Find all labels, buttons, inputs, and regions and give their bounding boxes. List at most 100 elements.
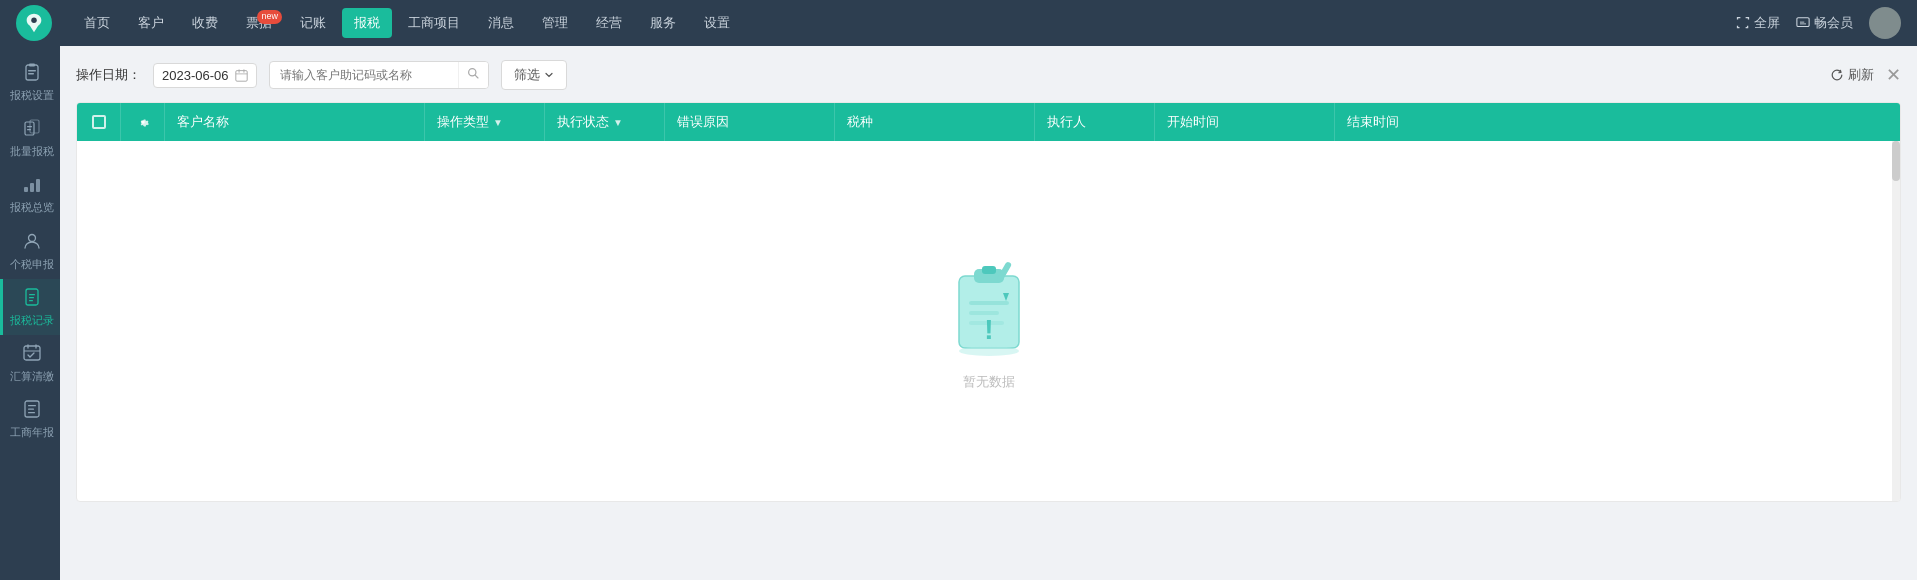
nav-item-工商项目[interactable]: 工商项目 (396, 8, 472, 38)
svg-rect-16 (29, 297, 34, 298)
search-button[interactable] (458, 62, 488, 88)
nav-item-首页[interactable]: 首页 (72, 8, 122, 38)
sidebar-icon-1 (22, 118, 42, 141)
table-header: 客户名称 操作类型 ▼ 执行状态 ▼ 错误原因 税种 执行人 开始时间 (77, 103, 1900, 141)
member-button[interactable]: 畅会员 (1796, 14, 1853, 32)
th-op-type: 操作类型 ▼ (425, 103, 545, 141)
toolbar: 操作日期： 2023-06-06 筛选 (76, 60, 1901, 90)
sidebar-label-4: 报税记录 (10, 314, 54, 327)
chevron-down-icon (544, 70, 554, 80)
sidebar-label-1: 批量报税 (10, 145, 54, 158)
svg-rect-17 (29, 300, 33, 301)
empty-illustration: ! (939, 251, 1039, 361)
svg-rect-10 (24, 187, 28, 192)
nav-items: 首页客户收费票据new记账报税工商项目消息管理经营服务设置 (72, 8, 1736, 38)
avatar[interactable] (1869, 7, 1901, 39)
th-end-time: 结束时间 (1335, 103, 1485, 141)
th-start-time: 开始时间 (1155, 103, 1335, 141)
sidebar-label-6: 工商年报 (10, 426, 54, 439)
svg-rect-28 (969, 301, 1009, 305)
nav-item-经营[interactable]: 经营 (584, 8, 634, 38)
search-input[interactable] (270, 63, 458, 87)
svg-rect-18 (24, 346, 40, 360)
th-customer: 客户名称 (165, 103, 425, 141)
sidebar-icon-2 (22, 174, 42, 197)
nav-item-消息[interactable]: 消息 (476, 8, 526, 38)
svg-rect-4 (28, 70, 36, 72)
th-error-reason: 错误原因 (665, 103, 835, 141)
sidebar-item-报税设置[interactable]: 报税设置 (0, 54, 60, 110)
nav-item-客户[interactable]: 客户 (126, 8, 176, 38)
sidebar-label-0: 报税设置 (10, 89, 54, 102)
sidebar: 报税设置 批量报税 报税总览 个税申报 报税记录 汇算清缴 工商年报 (0, 46, 60, 580)
table-container: 客户名称 操作类型 ▼ 执行状态 ▼ 错误原因 税种 执行人 开始时间 (76, 102, 1901, 502)
sidebar-item-报税总览[interactable]: 报税总览 (0, 166, 60, 222)
svg-rect-23 (235, 70, 246, 81)
th-exec-status: 执行状态 ▼ (545, 103, 665, 141)
nav-item-记账[interactable]: 记账 (288, 8, 338, 38)
sidebar-item-个税申报[interactable]: 个税申报 (0, 223, 60, 279)
sidebar-icon-4 (22, 287, 42, 310)
nav-item-票据[interactable]: 票据new (234, 8, 284, 38)
svg-rect-2 (26, 65, 38, 80)
scroll-thumb[interactable] (1892, 141, 1900, 181)
date-value: 2023-06-06 (162, 68, 229, 83)
search-icon (467, 67, 480, 80)
scroll-track[interactable] (1892, 141, 1900, 501)
date-picker[interactable]: 2023-06-06 (153, 63, 257, 88)
sidebar-item-批量报税[interactable]: 批量报税 (0, 110, 60, 166)
sidebar-item-报税记录[interactable]: 报税记录 (0, 279, 60, 335)
filter-button[interactable]: 筛选 (501, 60, 567, 90)
fullscreen-button[interactable]: 全屏 (1736, 14, 1780, 32)
svg-point-13 (28, 234, 35, 241)
sidebar-icon-5 (22, 343, 42, 366)
date-label: 操作日期： (76, 66, 141, 84)
sort-icon-op-type: ▼ (493, 117, 503, 128)
calendar-icon (235, 69, 248, 82)
search-box (269, 61, 489, 89)
toolbar-right: 刷新 ✕ (1830, 66, 1901, 84)
sidebar-item-工商年报[interactable]: 工商年报 (0, 391, 60, 447)
main-content: 操作日期： 2023-06-06 筛选 (60, 46, 1917, 580)
th-executor: 执行人 (1035, 103, 1155, 141)
svg-rect-21 (28, 409, 34, 410)
nav-item-报税[interactable]: 报税 (342, 8, 392, 38)
nav-item-管理[interactable]: 管理 (530, 8, 580, 38)
select-all-checkbox[interactable] (92, 115, 106, 129)
refresh-button[interactable]: 刷新 (1830, 66, 1874, 84)
sidebar-label-3: 个税申报 (10, 258, 54, 271)
nav-item-服务[interactable]: 服务 (638, 8, 688, 38)
nav-item-设置[interactable]: 设置 (692, 8, 742, 38)
svg-rect-11 (30, 183, 34, 192)
th-tax-type: 税种 (835, 103, 1035, 141)
th-checkbox[interactable] (77, 103, 121, 141)
svg-rect-15 (29, 294, 35, 295)
sidebar-item-汇算清缴[interactable]: 汇算清缴 (0, 335, 60, 391)
svg-rect-12 (36, 179, 40, 192)
sidebar-label-2: 报税总览 (10, 201, 54, 214)
empty-svg: ! (939, 251, 1039, 361)
svg-rect-27 (982, 266, 996, 274)
refresh-icon (1830, 68, 1844, 82)
gear-icon (136, 115, 150, 129)
app-logo[interactable] (16, 5, 52, 41)
svg-rect-3 (29, 64, 35, 67)
sort-icon-exec-status: ▼ (613, 117, 623, 128)
table-body: ! 暂无数据 (77, 141, 1900, 501)
svg-rect-22 (28, 412, 35, 413)
svg-point-35 (959, 346, 1019, 356)
sidebar-icon-6 (22, 399, 42, 422)
empty-text: 暂无数据 (963, 373, 1015, 391)
top-nav-right: 全屏 畅会员 (1736, 7, 1901, 39)
close-button[interactable]: ✕ (1886, 66, 1901, 84)
sidebar-label-5: 汇算清缴 (10, 370, 54, 383)
nav-item-收费[interactable]: 收费 (180, 8, 230, 38)
svg-rect-9 (27, 129, 31, 130)
svg-text:!: ! (984, 314, 993, 345)
th-gear[interactable] (121, 103, 165, 141)
svg-rect-20 (28, 405, 36, 406)
svg-point-0 (31, 18, 37, 24)
svg-rect-8 (27, 126, 32, 127)
svg-rect-5 (28, 73, 34, 75)
sidebar-icon-0 (22, 62, 42, 85)
